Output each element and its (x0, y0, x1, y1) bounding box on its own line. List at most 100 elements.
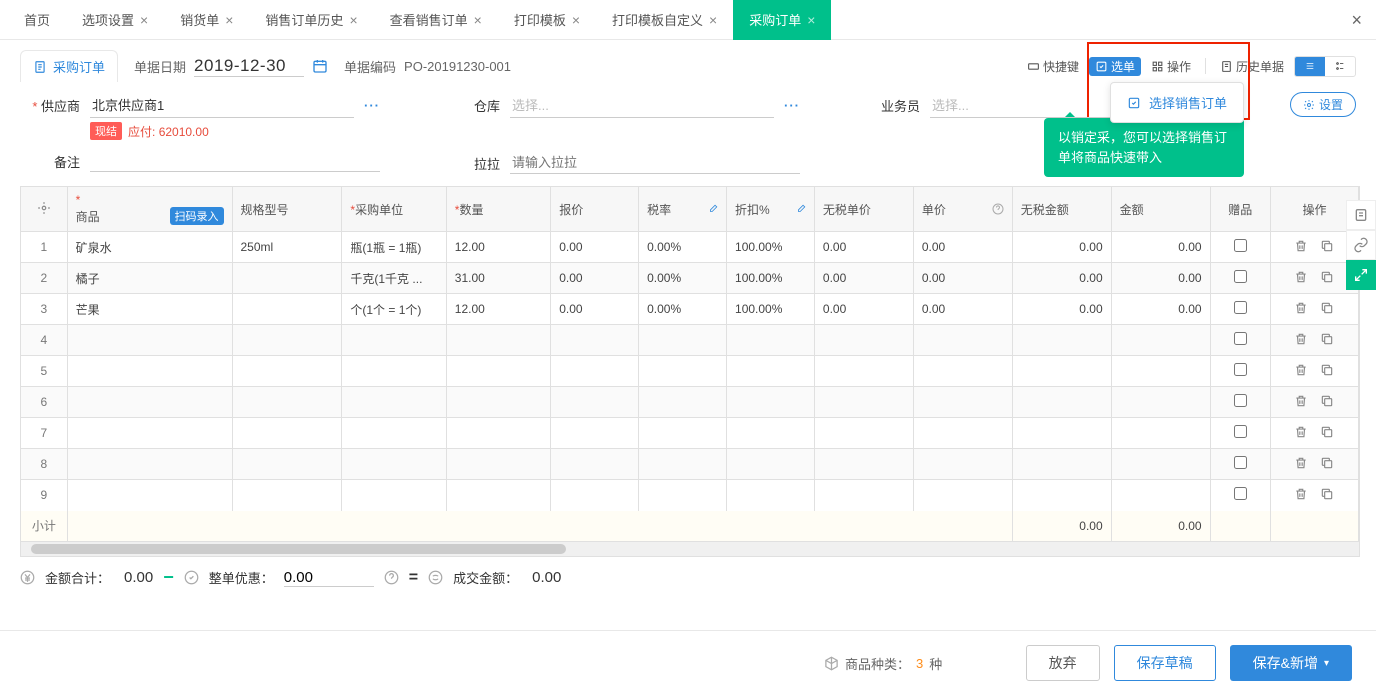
tab-print-tpl[interactable]: 打印模板× (498, 0, 596, 40)
cell-price[interactable] (913, 418, 1012, 449)
tab-home[interactable]: 首页 (8, 0, 66, 40)
cell-notax-amount[interactable] (1012, 418, 1111, 449)
close-icon[interactable]: × (225, 12, 233, 28)
cell-tax[interactable] (639, 418, 727, 449)
cell-product[interactable] (67, 356, 232, 387)
table-row[interactable]: 2橘子千克(1千克 ...31.000.000.00%100.00%0.000.… (21, 263, 1359, 294)
gift-checkbox[interactable] (1234, 270, 1247, 283)
tab-purchase-order[interactable]: 采购订单× (733, 0, 831, 40)
cell-notax-price[interactable]: 0.00 (814, 263, 913, 294)
cell-tax[interactable] (639, 449, 727, 480)
doc-date-input[interactable] (194, 56, 304, 77)
cell-qty[interactable]: 31.00 (446, 263, 550, 294)
close-icon[interactable]: × (349, 12, 357, 28)
cell-quote[interactable] (551, 480, 639, 511)
delete-row-icon[interactable] (1294, 301, 1308, 318)
settings-button[interactable]: 设置 (1290, 92, 1356, 117)
pick-button[interactable]: 选单 (1089, 57, 1141, 76)
delete-row-icon[interactable] (1294, 487, 1308, 504)
side-link-button[interactable] (1346, 230, 1376, 260)
cell-product[interactable] (67, 418, 232, 449)
copy-row-icon[interactable] (1320, 332, 1334, 349)
cell-unit[interactable] (342, 480, 446, 511)
abandon-button[interactable]: 放弃 (1026, 645, 1100, 681)
more-icon[interactable]: ··· (364, 98, 380, 113)
lala-input[interactable] (510, 152, 800, 174)
table-row[interactable]: 3芒果个(1个 = 1个)12.000.000.00%100.00%0.000.… (21, 294, 1359, 325)
sub-tab-purchase[interactable]: 采购订单 (20, 50, 118, 82)
cell-tax[interactable] (639, 325, 727, 356)
close-icon[interactable]: × (709, 12, 717, 28)
delete-row-icon[interactable] (1294, 394, 1308, 411)
cell-unit[interactable] (342, 449, 446, 480)
cell-price[interactable]: 0.00 (913, 263, 1012, 294)
cell-product[interactable]: 橘子 (67, 263, 232, 294)
table-row[interactable]: 9 (21, 480, 1359, 511)
cell-spec[interactable] (232, 480, 342, 511)
cell-notax-amount[interactable] (1012, 356, 1111, 387)
cell-product[interactable] (67, 449, 232, 480)
save-draft-button[interactable]: 保存草稿 (1114, 645, 1216, 681)
copy-row-icon[interactable] (1320, 456, 1334, 473)
close-icon[interactable]: × (140, 12, 148, 28)
cell-notax-price[interactable] (814, 449, 913, 480)
copy-row-icon[interactable] (1320, 363, 1334, 380)
cell-amount[interactable] (1111, 356, 1210, 387)
cell-amount[interactable] (1111, 387, 1210, 418)
cell-unit[interactable]: 瓶(1瓶 = 1瓶) (342, 232, 446, 263)
edit-icon[interactable] (796, 204, 806, 214)
view-list[interactable] (1295, 57, 1325, 76)
cell-product[interactable] (67, 387, 232, 418)
cell-qty[interactable] (446, 356, 550, 387)
cell-unit[interactable] (342, 356, 446, 387)
cell-qty[interactable] (446, 418, 550, 449)
cell-product[interactable] (67, 480, 232, 511)
cell-amount[interactable] (1111, 418, 1210, 449)
close-all-icon[interactable]: × (1351, 10, 1362, 31)
cell-tax[interactable] (639, 356, 727, 387)
copy-row-icon[interactable] (1320, 239, 1334, 256)
cell-notax-price[interactable]: 0.00 (814, 294, 913, 325)
discount-input[interactable] (284, 569, 374, 587)
cell-notax-amount[interactable] (1012, 325, 1111, 356)
shortcut-button[interactable]: 快捷键 (1021, 57, 1085, 76)
cell-quote[interactable] (551, 418, 639, 449)
cell-tax[interactable]: 0.00% (639, 263, 727, 294)
cell-price[interactable] (913, 480, 1012, 511)
edit-icon[interactable] (708, 204, 718, 214)
cell-amount[interactable] (1111, 449, 1210, 480)
cell-amount[interactable]: 0.00 (1111, 232, 1210, 263)
copy-row-icon[interactable] (1320, 301, 1334, 318)
salesman-select[interactable]: 选择... (930, 92, 1134, 118)
remark-input[interactable] (90, 150, 380, 172)
cell-tax[interactable]: 0.00% (639, 232, 727, 263)
table-row[interactable]: 8 (21, 449, 1359, 480)
cell-price[interactable] (913, 356, 1012, 387)
copy-row-icon[interactable] (1320, 394, 1334, 411)
delete-row-icon[interactable] (1294, 456, 1308, 473)
cell-product[interactable]: 矿泉水 (67, 232, 232, 263)
cell-qty[interactable] (446, 387, 550, 418)
scan-button[interactable]: 扫码录入 (170, 207, 224, 225)
table-row[interactable]: 6 (21, 387, 1359, 418)
cell-discount[interactable] (727, 356, 815, 387)
copy-row-icon[interactable] (1320, 487, 1334, 504)
cell-notax-amount[interactable] (1012, 480, 1111, 511)
gift-checkbox[interactable] (1234, 239, 1247, 252)
cell-quote[interactable]: 0.00 (551, 232, 639, 263)
cell-unit[interactable] (342, 325, 446, 356)
cell-amount[interactable] (1111, 325, 1210, 356)
gift-checkbox[interactable] (1234, 301, 1247, 314)
cell-qty[interactable]: 12.00 (446, 294, 550, 325)
cell-spec[interactable] (232, 356, 342, 387)
cell-unit[interactable]: 千克(1千克 ... (342, 263, 446, 294)
table-row[interactable]: 7 (21, 418, 1359, 449)
cell-discount[interactable]: 100.00% (727, 232, 815, 263)
select-sales-order-option[interactable]: 选择销售订单 (1111, 87, 1243, 118)
gift-checkbox[interactable] (1234, 425, 1247, 438)
cell-price[interactable]: 0.00 (913, 294, 1012, 325)
copy-row-icon[interactable] (1320, 425, 1334, 442)
gear-icon[interactable] (37, 201, 51, 215)
cell-qty[interactable] (446, 480, 550, 511)
delete-row-icon[interactable] (1294, 270, 1308, 287)
